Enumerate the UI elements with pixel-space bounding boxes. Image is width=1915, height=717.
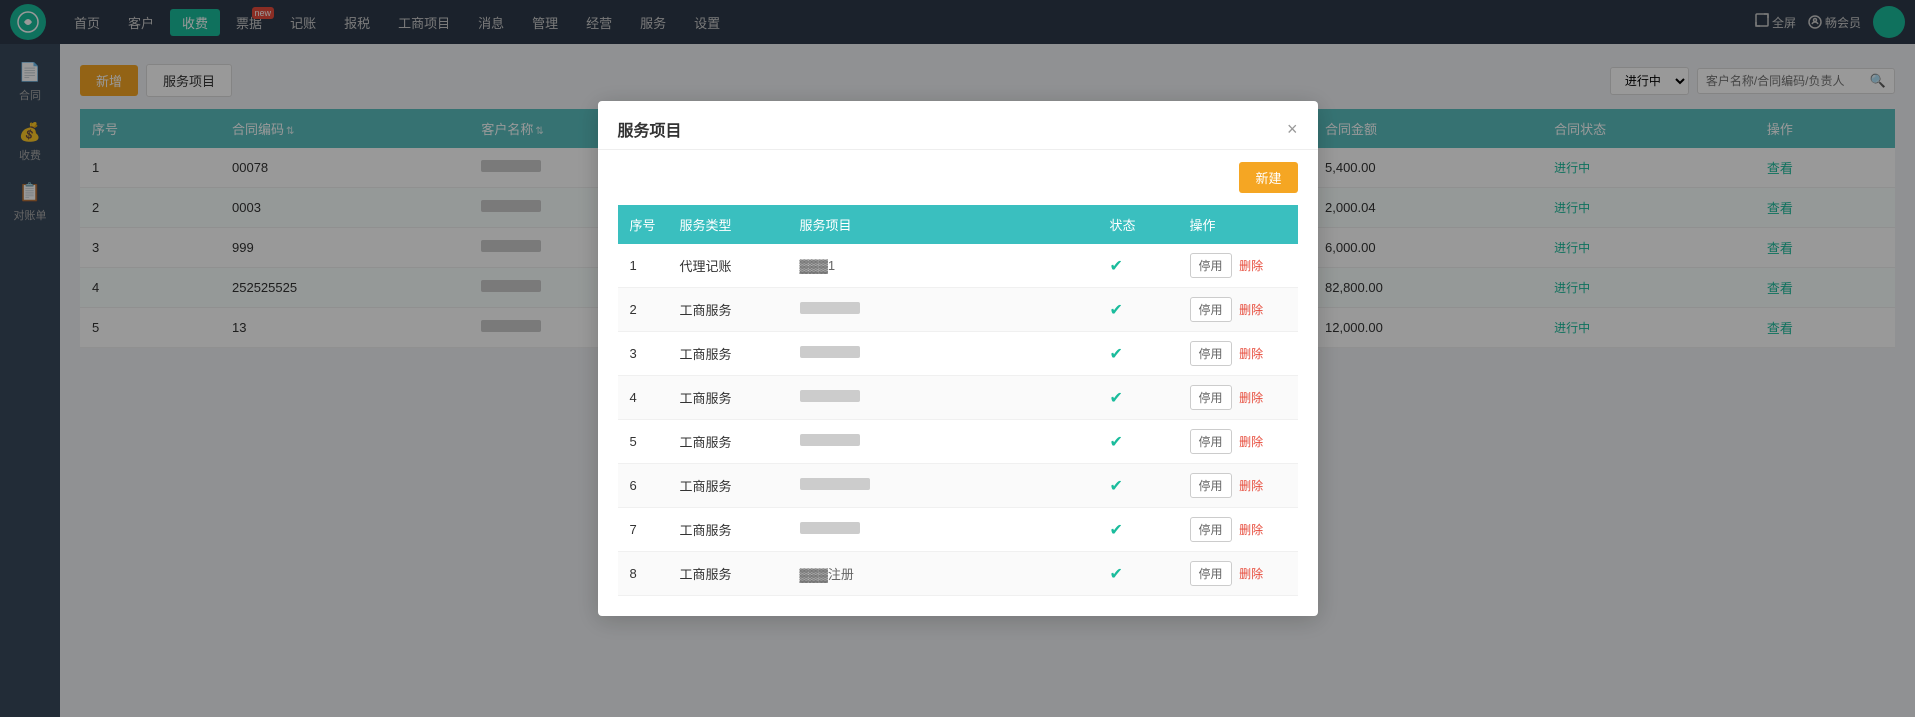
delete-button-3[interactable]: 删除 [1239,345,1263,362]
modal-overlay[interactable]: 服务项目 × 新建 序号 服务类型 服务项目 状态 操作 1 代理记账 [0,0,1915,717]
modal-close-button[interactable]: × [1287,120,1298,138]
modal-cell-seq: 1 [618,244,668,288]
stop-button-8[interactable]: 停用 [1190,561,1232,586]
modal-cell-seq: 5 [618,420,668,464]
modal-table-row: 2 工商服务 ✔ 停用 删除 [618,288,1298,332]
modal-cell-type: 工商服务 [668,420,788,464]
modal-cell-status: ✔ [1098,244,1178,288]
delete-button-7[interactable]: 删除 [1239,521,1263,538]
modal-cell-action: 停用 删除 [1178,420,1298,464]
modal-cell-type: 工商服务 [668,508,788,552]
modal-cell-action: 停用 删除 [1178,508,1298,552]
modal-cell-action: 停用 删除 [1178,376,1298,420]
modal-table-row: 1 代理记账 ▓▓▓1 ✔ 停用 删除 [618,244,1298,288]
stop-button-7[interactable]: 停用 [1190,517,1232,542]
modal-cell-type: 工商服务 [668,464,788,508]
modal-col-item: 服务项目 [788,205,1098,244]
service-items-table: 序号 服务类型 服务项目 状态 操作 1 代理记账 ▓▓▓1 ✔ 停用 删除 2… [618,205,1298,596]
modal-cell-action: 停用 删除 [1178,288,1298,332]
delete-button-8[interactable]: 删除 [1239,565,1263,582]
modal-cell-type: 工商服务 [668,332,788,376]
modal-cell-item: ▓▓▓注册 [788,552,1098,596]
modal-cell-seq: 7 [618,508,668,552]
modal-table-row: 8 工商服务 ▓▓▓注册 ✔ 停用 删除 [618,552,1298,596]
modal-new-button[interactable]: 新建 [1239,162,1297,193]
modal-col-type: 服务类型 [668,205,788,244]
delete-button-6[interactable]: 删除 [1239,477,1263,494]
modal-table-row: 6 工商服务 ✔ 停用 删除 [618,464,1298,508]
delete-button-4[interactable]: 删除 [1239,389,1263,406]
modal-cell-status: ✔ [1098,464,1178,508]
modal-cell-action: 停用 删除 [1178,464,1298,508]
modal-table-body: 1 代理记账 ▓▓▓1 ✔ 停用 删除 2 工商服务 ✔ 停用 删除 3 工商服… [618,244,1298,596]
modal-toolbar: 新建 [598,150,1318,205]
modal-cell-seq: 8 [618,552,668,596]
delete-button-1[interactable]: 删除 [1239,257,1263,274]
stop-button-3[interactable]: 停用 [1190,341,1232,366]
modal-cell-item [788,376,1098,420]
modal-table-row: 7 工商服务 ✔ 停用 删除 [618,508,1298,552]
modal-cell-item [788,420,1098,464]
modal-cell-status: ✔ [1098,420,1178,464]
stop-button-2[interactable]: 停用 [1190,297,1232,322]
modal-cell-action: 停用 删除 [1178,332,1298,376]
modal-table-header-row: 序号 服务类型 服务项目 状态 操作 [618,205,1298,244]
modal-cell-status: ✔ [1098,376,1178,420]
modal-cell-type: 代理记账 [668,244,788,288]
modal-col-status: 状态 [1098,205,1178,244]
service-items-modal: 服务项目 × 新建 序号 服务类型 服务项目 状态 操作 1 代理记账 [598,101,1318,616]
modal-cell-seq: 2 [618,288,668,332]
modal-cell-type: 工商服务 [668,552,788,596]
modal-cell-seq: 6 [618,464,668,508]
modal-table-row: 3 工商服务 ✔ 停用 删除 [618,332,1298,376]
modal-table-row: 4 工商服务 ✔ 停用 删除 [618,376,1298,420]
modal-cell-status: ✔ [1098,332,1178,376]
modal-header: 服务项目 × [598,101,1318,150]
stop-button-6[interactable]: 停用 [1190,473,1232,498]
modal-cell-item: ▓▓▓1 [788,244,1098,288]
modal-cell-item [788,464,1098,508]
modal-cell-status: ✔ [1098,552,1178,596]
modal-col-seq: 序号 [618,205,668,244]
modal-col-action: 操作 [1178,205,1298,244]
modal-cell-type: 工商服务 [668,376,788,420]
modal-cell-item [788,508,1098,552]
delete-button-5[interactable]: 删除 [1239,433,1263,450]
modal-cell-status: ✔ [1098,508,1178,552]
modal-cell-seq: 3 [618,332,668,376]
delete-button-2[interactable]: 删除 [1239,301,1263,318]
stop-button-1[interactable]: 停用 [1190,253,1232,278]
modal-cell-item [788,332,1098,376]
modal-title: 服务项目 [618,117,682,141]
stop-button-4[interactable]: 停用 [1190,385,1232,410]
modal-body: 序号 服务类型 服务项目 状态 操作 1 代理记账 ▓▓▓1 ✔ 停用 删除 2… [598,205,1318,616]
modal-cell-status: ✔ [1098,288,1178,332]
modal-cell-action: 停用 删除 [1178,244,1298,288]
modal-cell-seq: 4 [618,376,668,420]
modal-cell-action: 停用 删除 [1178,552,1298,596]
stop-button-5[interactable]: 停用 [1190,429,1232,454]
modal-table-row: 5 工商服务 ✔ 停用 删除 [618,420,1298,464]
modal-cell-type: 工商服务 [668,288,788,332]
modal-cell-item [788,288,1098,332]
